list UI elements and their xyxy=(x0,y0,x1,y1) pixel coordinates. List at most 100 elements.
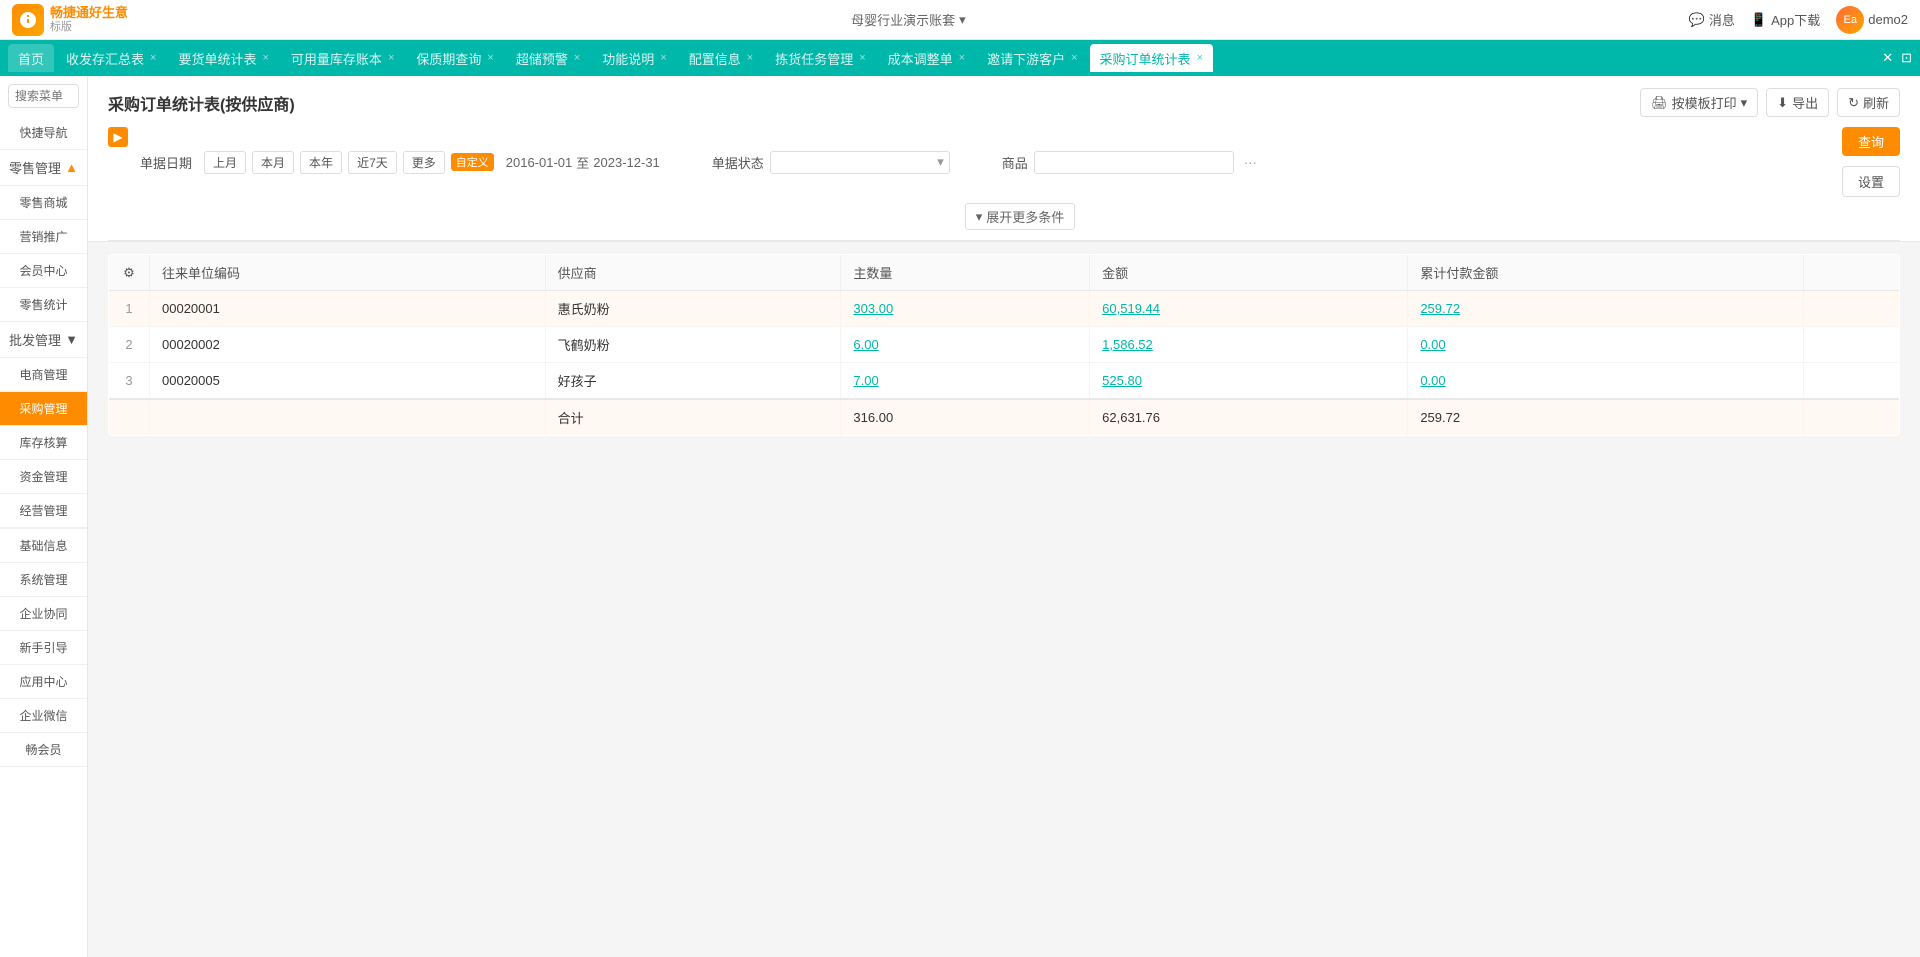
sidebar-item-caigou[interactable]: 采购管理 xyxy=(0,392,87,426)
shortcut-last-month[interactable]: 上月 xyxy=(204,151,246,174)
sidebar-item-lingshoutongji[interactable]: 零售统计 xyxy=(0,288,87,322)
filter-bar: ▶ 单据日期 上月 本月 本年 近7天 更多 自定义 xyxy=(108,127,1900,241)
col-paid: 累计付款金额 xyxy=(1408,255,1804,291)
sidebar-item-jichu[interactable]: 基础信息 xyxy=(0,529,87,563)
col-code: 往来单位编码 xyxy=(150,255,546,291)
row-supplier: 飞鹤奶粉 xyxy=(545,327,841,363)
app-download-btn[interactable]: 📱 App下载 xyxy=(1751,10,1820,29)
row-qty: 7.00 xyxy=(841,363,1090,400)
logo-area: 畅捷通好生意 标版 xyxy=(12,4,128,36)
close-icon[interactable]: × xyxy=(1197,52,1203,64)
workspace-selector[interactable]: 母婴行业演示账套 ▾ xyxy=(851,10,966,29)
close-icon[interactable]: × xyxy=(487,52,493,64)
close-icon[interactable]: × xyxy=(574,52,580,64)
sidebar-item-qiye[interactable]: 企业协同 xyxy=(0,597,87,631)
sidebar-item-zijin[interactable]: 资金管理 xyxy=(0,460,87,494)
shortcut-this-month[interactable]: 本月 xyxy=(252,151,294,174)
col-supplier: 供应商 xyxy=(545,255,841,291)
close-icon[interactable]: × xyxy=(959,52,965,64)
page-title-row: 采购订单统计表(按供应商) 🖨 按模板打印 ▾ ⬇ 导出 ↻ 刷新 xyxy=(108,88,1900,117)
refresh-btn[interactable]: ↻ 刷新 xyxy=(1837,88,1900,117)
tab-home[interactable]: 首页 xyxy=(8,44,54,72)
sidebar-item-xinshou[interactable]: 新手引导 xyxy=(0,631,87,665)
expand-btn[interactable]: ▾ 展开更多条件 xyxy=(965,203,1076,230)
data-table: ⚙ 往来单位编码 供应商 主数量 金额 累计付款金额 1 00020001 xyxy=(108,254,1900,436)
tab-caigou-active[interactable]: 采购订单统计表 × xyxy=(1090,44,1213,72)
tab-chengben[interactable]: 成本调整单 × xyxy=(878,44,975,72)
column-settings-icon[interactable]: ⚙ xyxy=(121,265,137,281)
sidebar-item-kuaijie[interactable]: 快捷导航 xyxy=(0,116,87,150)
footer-qty: 316.00 xyxy=(841,399,1090,436)
sidebar-item-lingshoushangcheng[interactable]: 零售商城 xyxy=(0,186,87,220)
table-wrap: ⚙ 往来单位编码 供应商 主数量 金额 累计付款金额 1 00020001 xyxy=(88,242,1920,957)
filter-toggle-btn[interactable]: ▶ xyxy=(108,127,128,147)
main-layout: 快捷导航 零售管理 ▲ 零售商城 营销推广 会员中心 零售统计 批发管理 ▼ 电… xyxy=(0,76,1920,957)
user-avatar-btn[interactable]: Ea demo2 xyxy=(1836,6,1908,34)
tab-shoufacun[interactable]: 收发存汇总表 × xyxy=(56,44,166,72)
query-btn[interactable]: 查询 xyxy=(1842,127,1900,156)
sidebar-item-weixin[interactable]: 企业微信 xyxy=(0,699,87,733)
close-icon[interactable]: × xyxy=(388,52,394,64)
col-settings: ⚙ xyxy=(109,255,150,291)
sidebar-item-xitong[interactable]: 系统管理 xyxy=(0,563,87,597)
sidebar-item-yingxiao[interactable]: 营销推广 xyxy=(0,220,87,254)
close-icon[interactable]: × xyxy=(747,52,753,64)
sidebar-item-lingshou[interactable]: 零售管理 ▲ xyxy=(0,150,87,186)
close-icon[interactable]: × xyxy=(150,52,156,64)
goods-input[interactable] xyxy=(1034,151,1234,174)
nav-close-btn[interactable]: ✕ xyxy=(1882,50,1893,66)
table-header: ⚙ 往来单位编码 供应商 主数量 金额 累计付款金额 xyxy=(109,255,1900,291)
page-actions: 🖨 按模板打印 ▾ ⬇ 导出 ↻ 刷新 xyxy=(1640,88,1900,117)
sidebar-item-huiyuan[interactable]: 会员中心 xyxy=(0,254,87,288)
footer-label: 合计 xyxy=(545,399,841,436)
status-label: 单据状态 xyxy=(712,153,764,172)
tab-yaohuo[interactable]: 要货单统计表 × xyxy=(168,44,278,72)
print-icon: 🖨 xyxy=(1651,95,1668,111)
tab-jianhuo[interactable]: 拣货任务管理 × xyxy=(765,44,875,72)
row-index: 2 xyxy=(109,327,150,363)
col-amount: 金额 xyxy=(1090,255,1408,291)
settings-btn[interactable]: 设置 xyxy=(1842,166,1900,197)
nav-expand-btn[interactable]: ⊡ xyxy=(1901,50,1912,66)
chevron-down-icon: ▾ xyxy=(976,209,983,225)
shortcut-more[interactable]: 更多 xyxy=(403,151,445,174)
filter-row-1: 单据日期 上月 本月 本年 近7天 更多 自定义 2016-01-01 xyxy=(140,127,1900,197)
export-btn[interactable]: ⬇ 导出 xyxy=(1766,88,1829,117)
row-supplier: 好孩子 xyxy=(545,363,841,400)
tab-baozhiqi[interactable]: 保质期查询 × xyxy=(406,44,503,72)
sidebar-item-kucun[interactable]: 库存核算 xyxy=(0,426,87,460)
sidebar-item-changhui[interactable]: 畅会员 xyxy=(0,733,87,767)
avatar: Ea xyxy=(1836,6,1864,34)
tab-kuyongliang[interactable]: 可用量库存账本 × xyxy=(281,44,404,72)
logo-icon xyxy=(12,4,44,36)
close-icon[interactable]: × xyxy=(262,52,268,64)
chevron-icon: ▲ xyxy=(65,160,78,175)
sidebar: 快捷导航 零售管理 ▲ 零售商城 营销推广 会员中心 零售统计 批发管理 ▼ 电… xyxy=(0,76,88,957)
shortcut-7days[interactable]: 近7天 xyxy=(348,151,397,174)
top-bar: 畅捷通好生意 标版 母婴行业演示账套 ▾ 💬 消息 📱 App下载 Ea dem… xyxy=(0,0,1920,40)
logo-text: 畅捷通好生意 标版 xyxy=(50,5,128,34)
close-icon[interactable]: × xyxy=(660,52,666,64)
sidebar-item-yingyong[interactable]: 应用中心 xyxy=(0,665,87,699)
tab-peizhi[interactable]: 配置信息 × xyxy=(679,44,763,72)
page-title: 采购订单统计表(按供应商) xyxy=(108,91,295,115)
message-btn[interactable]: 💬 消息 xyxy=(1689,10,1735,29)
status-input[interactable] xyxy=(770,151,950,174)
more-options-btn[interactable]: ··· xyxy=(1240,155,1261,170)
refresh-icon: ↻ xyxy=(1848,95,1859,111)
tab-gongneng[interactable]: 功能说明 × xyxy=(592,44,676,72)
tab-chaochuyujing[interactable]: 超储预警 × xyxy=(506,44,590,72)
message-icon: 💬 xyxy=(1689,12,1705,28)
close-icon[interactable]: × xyxy=(859,52,865,64)
sidebar-item-jingying[interactable]: 经营管理 xyxy=(0,494,87,528)
table-body: 1 00020001 惠氏奶粉 303.00 60,519.44 259.72 … xyxy=(109,291,1900,400)
sidebar-item-dianshang[interactable]: 电商管理 xyxy=(0,358,87,392)
sidebar-item-pifa[interactable]: 批发管理 ▼ xyxy=(0,322,87,358)
goods-label: 商品 xyxy=(1002,153,1028,172)
template-print-btn[interactable]: 🖨 按模板打印 ▾ xyxy=(1640,88,1758,117)
close-icon[interactable]: × xyxy=(1071,52,1077,64)
footer-amount: 62,631.76 xyxy=(1090,399,1408,436)
shortcut-this-year[interactable]: 本年 xyxy=(300,151,342,174)
tab-yaoqing[interactable]: 邀请下游客户 × xyxy=(977,44,1087,72)
search-input[interactable] xyxy=(8,84,79,108)
